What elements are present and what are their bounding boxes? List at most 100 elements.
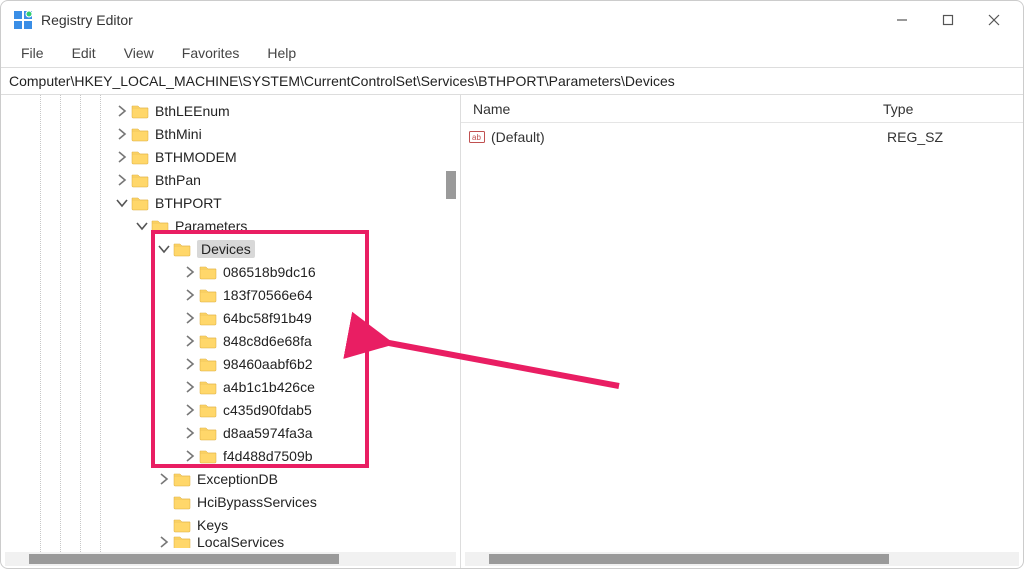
tree-item-bthmini[interactable]: BthMini <box>1 122 460 145</box>
tree-item-label: BthPan <box>155 172 201 188</box>
minimize-icon <box>896 14 908 26</box>
tree-item-parameters[interactable]: Parameters <box>1 214 460 237</box>
minimize-button[interactable] <box>879 4 925 36</box>
tree-item-bthport[interactable]: BTHPORT <box>1 191 460 214</box>
tree-item-exceptiondb[interactable]: ExceptionDB <box>1 467 460 490</box>
chevron-right-icon[interactable] <box>157 536 171 548</box>
chevron-down-icon[interactable] <box>115 196 129 210</box>
chevron-right-icon[interactable] <box>183 265 197 279</box>
chevron-right-icon[interactable] <box>183 403 197 417</box>
tree-item-localservices[interactable]: LocalServices <box>1 536 460 548</box>
tree-item-label: 848c8d6e68fa <box>223 333 312 349</box>
registry-tree[interactable]: BthLEEnum BthMini BTHMODEM BthPan BTHPORT Par… <box>1 99 460 548</box>
tree-item-bthmodem[interactable]: BTHMODEM <box>1 145 460 168</box>
tree-item-label: BTHMODEM <box>155 149 237 165</box>
chevron-right-icon[interactable] <box>115 104 129 118</box>
tree-caret-none <box>157 518 171 532</box>
chevron-right-icon[interactable] <box>115 150 129 164</box>
column-type[interactable]: Type <box>875 99 995 119</box>
tree-item-label: BthLEEnum <box>155 103 230 119</box>
tree-item-device[interactable]: 848c8d6e68fa <box>1 329 460 352</box>
tree-item-device[interactable]: a4b1c1b426ce <box>1 375 460 398</box>
tree-caret-none <box>157 495 171 509</box>
chevron-right-icon[interactable] <box>115 127 129 141</box>
tree-item-devices[interactable]: Devices <box>1 237 460 260</box>
tree-item-label: c435d90fdab5 <box>223 402 312 418</box>
tree-item-label: f4d488d7509b <box>223 448 313 464</box>
folder-icon <box>173 471 191 487</box>
folder-icon <box>151 218 169 234</box>
menu-favorites[interactable]: Favorites <box>170 43 252 63</box>
tree-item-bthleenum[interactable]: BthLEEnum <box>1 99 460 122</box>
close-button[interactable] <box>971 4 1017 36</box>
folder-icon <box>173 494 191 510</box>
chevron-down-icon[interactable] <box>135 219 149 233</box>
address-bar[interactable]: Computer\HKEY_LOCAL_MACHINE\SYSTEM\Curre… <box>1 67 1023 95</box>
chevron-right-icon[interactable] <box>183 311 197 325</box>
folder-icon <box>199 333 217 349</box>
tree-item-label: 086518b9dc16 <box>223 264 316 280</box>
tree-item-device[interactable]: c435d90fdab5 <box>1 398 460 421</box>
folder-icon <box>199 287 217 303</box>
folder-icon <box>131 103 149 119</box>
folder-icon <box>199 425 217 441</box>
menu-edit[interactable]: Edit <box>60 43 108 63</box>
tree-item-label: BthMini <box>155 126 202 142</box>
chevron-down-icon[interactable] <box>157 242 171 256</box>
tree-item-device[interactable]: 086518b9dc16 <box>1 260 460 283</box>
tree-item-device[interactable]: 183f70566e64 <box>1 283 460 306</box>
address-text: Computer\HKEY_LOCAL_MACHINE\SYSTEM\Curre… <box>9 73 675 89</box>
value-row[interactable]: ab (Default) REG_SZ <box>461 123 1023 151</box>
string-value-icon: ab <box>469 129 485 145</box>
maximize-button[interactable] <box>925 4 971 36</box>
tree-item-label: ExceptionDB <box>197 471 278 487</box>
tree-item-label: 98460aabf6b2 <box>223 356 313 372</box>
chevron-right-icon[interactable] <box>115 173 129 187</box>
titlebar: Registry Editor <box>1 1 1023 39</box>
tree-item-device[interactable]: d8aa5974fa3a <box>1 421 460 444</box>
maximize-icon <box>942 14 954 26</box>
svg-text:ab: ab <box>472 133 481 142</box>
tree-item-label: BTHPORT <box>155 195 222 211</box>
tree-item-keys[interactable]: Keys <box>1 513 460 536</box>
folder-icon <box>173 536 191 548</box>
tree-vertical-scrollbar[interactable] <box>444 95 458 552</box>
window: Registry Editor File Edit View Favorites… <box>0 0 1024 569</box>
tree-item-label: a4b1c1b426ce <box>223 379 315 395</box>
tree-item-device[interactable]: 64bc58f91b49 <box>1 306 460 329</box>
folder-icon <box>199 310 217 326</box>
values-pane: Name Type ab (Default) REG_SZ <box>461 95 1023 568</box>
value-type: REG_SZ <box>879 127 999 147</box>
chevron-right-icon[interactable] <box>183 334 197 348</box>
folder-icon <box>131 126 149 142</box>
tree-item-label: Keys <box>197 517 228 533</box>
tree-item-device[interactable]: f4d488d7509b <box>1 444 460 467</box>
values-horizontal-scrollbar[interactable] <box>465 552 1019 566</box>
menu-view[interactable]: View <box>112 43 166 63</box>
column-name[interactable]: Name <box>465 99 875 119</box>
menubar: File Edit View Favorites Help <box>1 39 1023 67</box>
tree-item-label: 183f70566e64 <box>223 287 313 303</box>
menu-help[interactable]: Help <box>255 43 308 63</box>
folder-icon <box>199 402 217 418</box>
tree-item-device[interactable]: 98460aabf6b2 <box>1 352 460 375</box>
chevron-right-icon[interactable] <box>183 380 197 394</box>
tree-item-bthpan[interactable]: BthPan <box>1 168 460 191</box>
chevron-right-icon[interactable] <box>183 357 197 371</box>
chevron-right-icon[interactable] <box>157 472 171 486</box>
tree-item-hcibypass[interactable]: HciBypassServices <box>1 490 460 513</box>
chevron-right-icon[interactable] <box>183 426 197 440</box>
tree-item-label: 64bc58f91b49 <box>223 310 312 326</box>
tree-horizontal-scrollbar[interactable] <box>5 552 456 566</box>
tree-item-label: d8aa5974fa3a <box>223 425 313 441</box>
chevron-right-icon[interactable] <box>183 288 197 302</box>
menu-file[interactable]: File <box>9 43 56 63</box>
close-icon <box>988 14 1000 26</box>
tree-item-label: LocalServices <box>197 536 284 548</box>
folder-icon <box>199 448 217 464</box>
tree-pane: BthLEEnum BthMini BTHMODEM BthPan BTHPORT Par… <box>1 95 461 568</box>
values-header: Name Type <box>461 95 1023 123</box>
chevron-right-icon[interactable] <box>183 449 197 463</box>
tree-item-label: Parameters <box>175 218 247 234</box>
window-title: Registry Editor <box>41 12 133 28</box>
